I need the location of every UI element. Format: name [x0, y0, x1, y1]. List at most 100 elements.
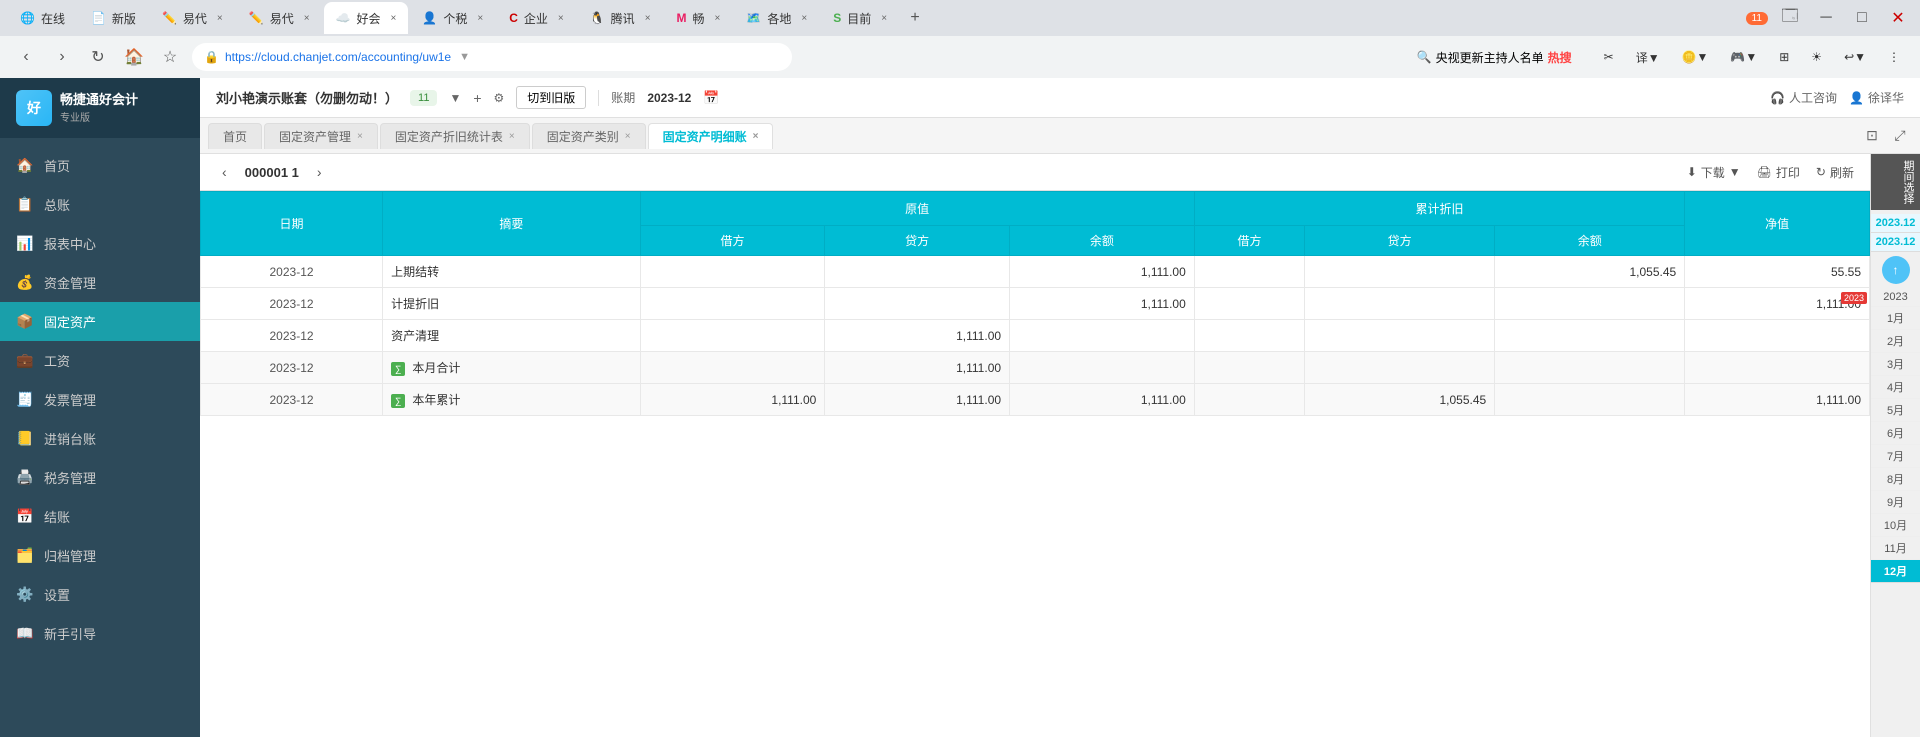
close-tab-9[interactable]: × — [715, 13, 721, 24]
browser-tab-1[interactable]: 🌐 在线 — [8, 2, 77, 34]
minimize-button[interactable]: ─ — [1812, 4, 1840, 32]
print-button[interactable]: 🖨 打印 — [1757, 164, 1800, 181]
wallet-icon[interactable]: 🪙▼ — [1674, 48, 1717, 66]
close-tab-7[interactable]: × — [558, 13, 564, 24]
reload-button[interactable]: ↻ — [84, 43, 112, 71]
browser-tab-3[interactable]: ✏️ 易代 × — [150, 2, 235, 34]
sidebar-item-guide[interactable]: 📖 新手引导 — [0, 614, 200, 653]
next-record-button[interactable]: › — [311, 162, 328, 182]
row5-summary: ∑ 本年累计 — [383, 384, 641, 416]
period-item-11[interactable]: 11月 — [1871, 537, 1920, 560]
undo-icon[interactable]: ↩▼ — [1836, 48, 1874, 66]
close-depr-stat-tab[interactable]: × — [509, 131, 515, 142]
new-tab-button[interactable]: + — [901, 4, 929, 32]
period-item-7[interactable]: 7月 — [1871, 445, 1920, 468]
sidebar-item-ledger[interactable]: 📋 总账 — [0, 185, 200, 224]
prev-record-button[interactable]: ‹ — [216, 162, 233, 182]
home-button[interactable]: 🏠 — [120, 43, 148, 71]
print-label: 打印 — [1776, 164, 1800, 181]
maximize-button[interactable]: □ — [1848, 4, 1876, 32]
add-account-button[interactable]: + — [473, 90, 481, 106]
close-tab-8[interactable]: × — [645, 13, 651, 24]
expand-tab-icon[interactable]: ⤢ — [1888, 124, 1912, 148]
support-button[interactable]: 🎧 人工咨询 — [1770, 89, 1837, 106]
browser-tab-2[interactable]: 📄 新版 — [79, 2, 148, 34]
cut-icon[interactable]: ✂ — [1596, 48, 1622, 66]
period-item-active-2[interactable]: 2023.12 — [1871, 233, 1920, 252]
browser-tab-10[interactable]: 🗺️ 各地 × — [734, 2, 819, 34]
close-asset-cat-tab[interactable]: × — [625, 131, 631, 142]
sidebar-item-close[interactable]: 📅 结账 — [0, 497, 200, 536]
dropdown-icon[interactable]: ▼ — [449, 91, 461, 105]
restore-tab-icon[interactable]: ⊡ — [1860, 124, 1884, 148]
translate-icon[interactable]: 译▼ — [1628, 47, 1668, 68]
game-icon[interactable]: 🎮▼ — [1722, 48, 1765, 66]
close-tab-6[interactable]: × — [477, 13, 483, 24]
browser-tab-5[interactable]: ☁️ 好会 × — [324, 2, 409, 34]
period-item-9[interactable]: 9月 — [1871, 491, 1920, 514]
sidebar-item-archive[interactable]: 🗂️ 归档管理 — [0, 536, 200, 575]
period-item-1[interactable]: 1月 — [1871, 307, 1920, 330]
sidebar-item-salary[interactable]: 💼 工资 — [0, 341, 200, 380]
period-item-3[interactable]: 3月 — [1871, 353, 1920, 376]
sidebar-item-settings[interactable]: ⚙️ 设置 — [0, 575, 200, 614]
sidebar-item-tax[interactable]: 🖨️ 税务管理 — [0, 458, 200, 497]
period-item-6[interactable]: 6月 — [1871, 422, 1920, 445]
calendar-icon[interactable]: 📅 — [703, 90, 719, 106]
sidebar-item-asset[interactable]: 📦 固定资产 — [0, 302, 200, 341]
close-tab-10[interactable]: × — [801, 13, 807, 24]
tab-home[interactable]: 首页 — [208, 123, 262, 149]
browser-tab-8[interactable]: 🐧 腾讯 × — [578, 2, 663, 34]
close-tab-5[interactable]: × — [391, 13, 397, 24]
switch-version-button[interactable]: 切到旧版 — [516, 86, 586, 109]
browser-tab-6[interactable]: 👤 个税 × — [410, 2, 495, 34]
th-orig-debit: 借方 — [640, 226, 825, 256]
grid-icon[interactable]: ⊞ — [1771, 48, 1797, 66]
scroll-up-icon[interactable]: ↑ — [1882, 256, 1910, 284]
close-window-button[interactable]: ✕ — [1884, 4, 1912, 32]
sidebar-item-stock[interactable]: 📒 进销台账 — [0, 419, 200, 458]
tab-home-label: 首页 — [223, 128, 247, 145]
sidebar-item-home[interactable]: 🏠 首页 — [0, 146, 200, 185]
sidebar-item-invoice[interactable]: 🧾 发票管理 — [0, 380, 200, 419]
period-item-active-1[interactable]: 2023.12 — [1871, 214, 1920, 233]
sun-icon[interactable]: ☀ — [1803, 48, 1830, 66]
settings-small-icon[interactable]: ⚙ — [494, 91, 505, 105]
sidebar-item-fund[interactable]: 💰 资金管理 — [0, 263, 200, 302]
tab-asset-depr-stat[interactable]: 固定资产折旧统计表 × — [380, 123, 530, 149]
period-item-2[interactable]: 2月 — [1871, 330, 1920, 353]
search-area[interactable]: 🔍 央视更新主持人名单 热搜 — [1417, 49, 1572, 66]
row2-badge: 2023 — [1841, 292, 1867, 304]
close-asset-detail-tab[interactable]: × — [753, 131, 759, 142]
period-item-5[interactable]: 5月 — [1871, 399, 1920, 422]
browser-tab-4[interactable]: ✏️ 易代 × — [237, 2, 322, 34]
close-tab-11[interactable]: × — [881, 13, 887, 24]
browser-tab-7[interactable]: C 企业 × — [497, 2, 576, 34]
period-item-12[interactable]: 12月 — [1871, 560, 1920, 583]
period-item-year[interactable]: 2023 — [1871, 288, 1920, 307]
browser-tab-11[interactable]: S 目前 × — [821, 2, 899, 34]
app-container: 好 畅捷通好会计 专业版 🏠 首页 📋 总账 📊 报表中心 💰 资金管理 — [0, 78, 1920, 737]
back-button[interactable]: ‹ — [12, 43, 40, 71]
period-item-4[interactable]: 4月 — [1871, 376, 1920, 399]
tab-asset-cat[interactable]: 固定资产类别 × — [532, 123, 646, 149]
browser-tab-9[interactable]: M 畅 × — [665, 2, 733, 34]
download-button[interactable]: ⬇ 下载 ▼ — [1687, 164, 1741, 181]
refresh-label: 刷新 — [1830, 164, 1854, 181]
period-item-8[interactable]: 8月 — [1871, 468, 1920, 491]
forward-button[interactable]: › — [48, 43, 76, 71]
address-input[interactable]: 🔒 https://cloud.chanjet.com/accounting/u… — [192, 43, 792, 71]
close-tab-4[interactable]: × — [304, 13, 310, 24]
refresh-button[interactable]: ↻ 刷新 — [1816, 164, 1854, 181]
close-asset-mgmt-tab[interactable]: × — [357, 131, 363, 142]
period-item-10[interactable]: 10月 — [1871, 514, 1920, 537]
tab-asset-mgmt[interactable]: 固定资产管理 × — [264, 123, 378, 149]
bookmark-button[interactable]: ☆ — [156, 43, 184, 71]
row3-summary: 资产清理 — [383, 320, 641, 352]
sidebar-item-report[interactable]: 📊 报表中心 — [0, 224, 200, 263]
close-tab-3[interactable]: × — [217, 13, 223, 24]
menu-icon[interactable]: ⋮ — [1880, 48, 1908, 66]
tab-asset-detail[interactable]: 固定资产明细账 × — [648, 123, 774, 149]
restore-window-button[interactable]: 🗔 — [1776, 4, 1804, 32]
user-info[interactable]: 👤 徐译华 — [1849, 89, 1904, 106]
